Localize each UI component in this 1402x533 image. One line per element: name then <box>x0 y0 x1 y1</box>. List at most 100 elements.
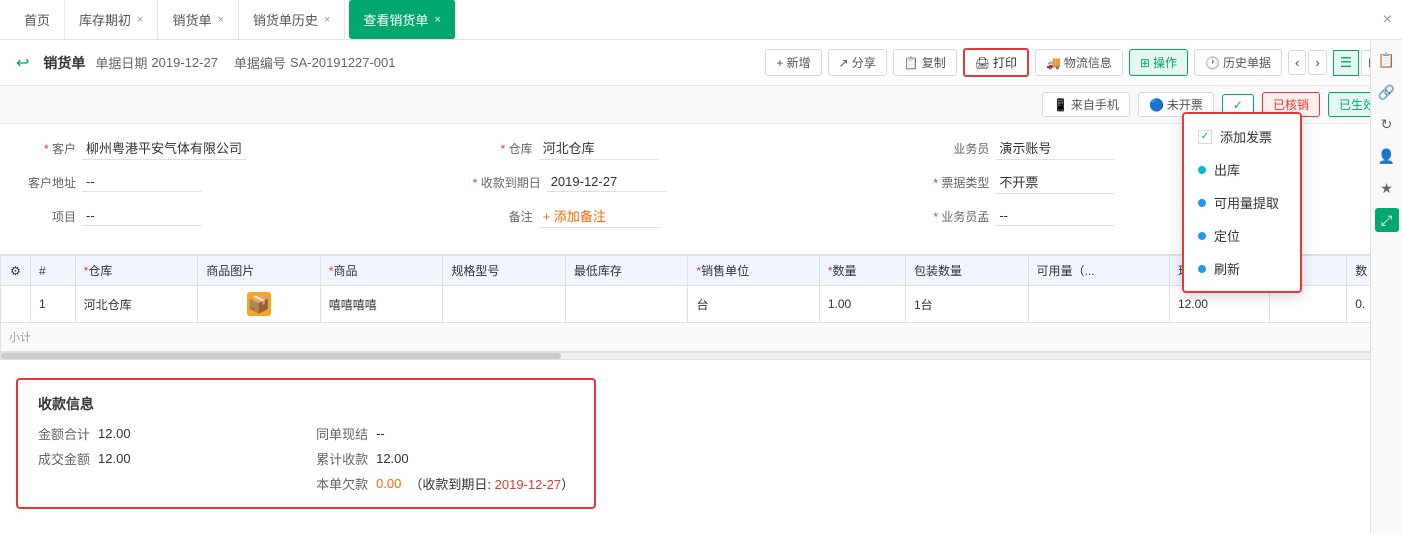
sidebar-star-icon[interactable]: ★ <box>1375 176 1399 200</box>
sidebar-copy-icon[interactable]: 📋 <box>1375 48 1399 72</box>
balance-note: （收款到期日: 2019-12-27） <box>409 474 574 493</box>
project-field: 项目 -- <box>16 206 473 226</box>
form-row-1: 客户 柳州粤港平安气体有限公司 仓库 河北仓库 业务员 演示账号 <box>16 136 1386 160</box>
cumulative-value: 12.00 <box>376 451 409 466</box>
copy-doc-icon: 📋 <box>904 56 919 70</box>
col-product-img: 商品图片 <box>198 256 321 286</box>
col-spec: 规格型号 <box>443 256 566 286</box>
tab-bar: 首页 库存期初 × 销货单 × 销货单历史 × 查看销货单 × × <box>0 0 1402 40</box>
row-product: 嘻嘻嘻嘻 <box>320 286 443 323</box>
dropdown-refresh[interactable]: 刷新 <box>1184 252 1300 285</box>
print-button[interactable]: 🖨 打印 <box>963 48 1029 77</box>
subtotal-label: 小计 <box>1 323 1402 352</box>
subtotal-row: 小计 <box>1 323 1402 352</box>
balance-label: 本单欠款 <box>316 474 368 493</box>
note-field: 备注 + 添加备注 <box>473 204 930 228</box>
tab-home-label: 首页 <box>24 10 50 29</box>
salesperson2-value: -- <box>995 206 1115 226</box>
col-product: *商品 <box>320 256 443 286</box>
due-date-field: 收款到期日 2019-12-27 <box>473 172 930 192</box>
logistics-button[interactable]: 🚚 物流信息 <box>1035 49 1123 76</box>
col-pack-qty: 包装数量 <box>905 256 1028 286</box>
locate-label: 定位 <box>1214 226 1240 245</box>
history-button[interactable]: 🕐 历史单据 <box>1194 49 1282 76</box>
dropdown-locate[interactable]: 定位 <box>1184 219 1300 252</box>
main-area: ↩ 销货单 单据日期 2019-12-27 单据编号 SA-20191227-0… <box>0 40 1402 533</box>
tab-sales-history[interactable]: 销货单历史 × <box>239 0 345 39</box>
same-order-row: 同单现结 -- <box>316 424 574 443</box>
dropdown-add-invoice[interactable]: ✓ 添加发票 <box>1184 120 1300 153</box>
ticket-type-field: 票据类型 不开票 <box>929 170 1386 194</box>
tab-inventory-close[interactable]: × <box>137 14 143 26</box>
from-phone-button[interactable]: 📱 来自手机 <box>1042 92 1130 117</box>
warehouse-field: 仓库 河北仓库 <box>473 136 930 160</box>
address-field: 客户地址 -- <box>16 172 473 192</box>
tab-inventory-label: 库存期初 <box>79 10 131 29</box>
doc-meta: 单据日期 2019-12-27 单据编号 SA-20191227-001 <box>95 53 395 72</box>
tab-view-sales-label: 查看销货单 <box>363 10 428 29</box>
tab-view-sales[interactable]: 查看销货单 × <box>349 0 455 39</box>
col-settings[interactable]: ⚙ <box>1 256 31 286</box>
tab-sales-close[interactable]: × <box>217 14 223 26</box>
row-min-stock <box>565 286 688 323</box>
row-pack-qty: 1台 <box>905 286 1028 323</box>
tab-view-sales-close[interactable]: × <box>434 14 440 26</box>
available-qty-label: 可用量提取 <box>1214 193 1279 212</box>
salesperson2-field: 业务员孟 -- <box>929 206 1386 226</box>
tab-sales-history-label: 销货单历史 <box>253 10 318 29</box>
doc-actions: + 新增 ↗ 分享 📋 复制 🖨 打印 🚚 物流信息 ⊞ 操作 <box>765 48 1386 77</box>
tab-sales-history-close[interactable]: × <box>324 14 330 26</box>
copy-button[interactable]: 📋 复制 <box>893 49 957 76</box>
ticket-type-value: 不开票 <box>995 170 1115 194</box>
sidebar-expand-icon[interactable]: ⤢ <box>1375 208 1399 232</box>
window-close-button[interactable]: × <box>1383 11 1392 29</box>
customer-value[interactable]: 柳州粤港平安气体有限公司 <box>82 136 246 160</box>
col-sales-unit: *销售单位 <box>688 256 819 286</box>
share-button[interactable]: ↗ 分享 <box>828 49 887 76</box>
dropdown-outbound[interactable]: 出库 <box>1184 153 1300 186</box>
phone-icon: 📱 <box>1053 98 1068 112</box>
col-available: 可用量（... <box>1028 256 1169 286</box>
salesperson-label: 业务员 <box>929 140 989 157</box>
doc-title-area: ↩ 销货单 单据日期 2019-12-27 单据编号 SA-20191227-0… <box>16 53 395 73</box>
row-product-img: 📦 <box>198 286 321 323</box>
salesperson-field: 业务员 演示账号 <box>929 136 1386 160</box>
col-seq: # <box>31 256 76 286</box>
customer-label: 客户 <box>16 140 76 157</box>
total-value: 12.00 <box>98 426 131 441</box>
sidebar-rotate-icon[interactable]: ↻ <box>1375 112 1399 136</box>
warehouse-value[interactable]: 河北仓库 <box>539 136 659 160</box>
payment-total-row: 金额合计 12.00 <box>38 424 296 443</box>
form-row-2: 客户地址 -- 收款到期日 2019-12-27 票据类型 不开票 <box>16 170 1386 194</box>
due-date-value[interactable]: 2019-12-27 <box>547 172 667 192</box>
address-value[interactable]: -- <box>82 172 202 192</box>
new-button[interactable]: + 新增 <box>765 49 821 76</box>
tab-sales[interactable]: 销货单 × <box>158 0 238 39</box>
dot-icon-2 <box>1198 199 1206 207</box>
operations-button[interactable]: ⊞ 操作 <box>1129 49 1188 76</box>
refresh-label: 刷新 <box>1214 259 1240 278</box>
project-value[interactable]: -- <box>82 206 202 226</box>
prev-button[interactable]: ‹ <box>1288 50 1306 75</box>
sidebar-link-icon[interactable]: 🔗 <box>1375 80 1399 104</box>
ticket-type-label: 票据类型 <box>929 174 989 191</box>
address-label: 客户地址 <box>16 174 76 191</box>
tab-home[interactable]: 首页 <box>10 0 65 39</box>
tab-inventory[interactable]: 库存期初 × <box>65 0 158 39</box>
next-button[interactable]: › <box>1308 50 1326 75</box>
payment-title: 收款信息 <box>38 394 574 414</box>
list-view-button[interactable]: ☰ <box>1333 50 1359 76</box>
horizontal-scrollbar[interactable] <box>0 352 1402 360</box>
doc-header: ↩ 销货单 单据日期 2019-12-27 单据编号 SA-20191227-0… <box>0 40 1402 86</box>
scrollbar-thumb[interactable] <box>1 353 561 359</box>
col-qty: *数量 <box>819 256 905 286</box>
row-spec <box>443 286 566 323</box>
col-warehouse: *仓库 <box>75 256 198 286</box>
sidebar-user-icon[interactable]: 👤 <box>1375 144 1399 168</box>
operations-dropdown: ✓ 添加发票 出库 可用量提取 定位 刷新 <box>1182 112 1302 293</box>
add-note-button[interactable]: + 添加备注 <box>539 204 659 228</box>
same-order-value: -- <box>376 426 385 441</box>
doc-number-label: 单据编号 SA-20191227-001 <box>234 53 396 72</box>
ticket-icon: 🔵 <box>1149 98 1164 112</box>
dropdown-available-qty[interactable]: 可用量提取 <box>1184 186 1300 219</box>
